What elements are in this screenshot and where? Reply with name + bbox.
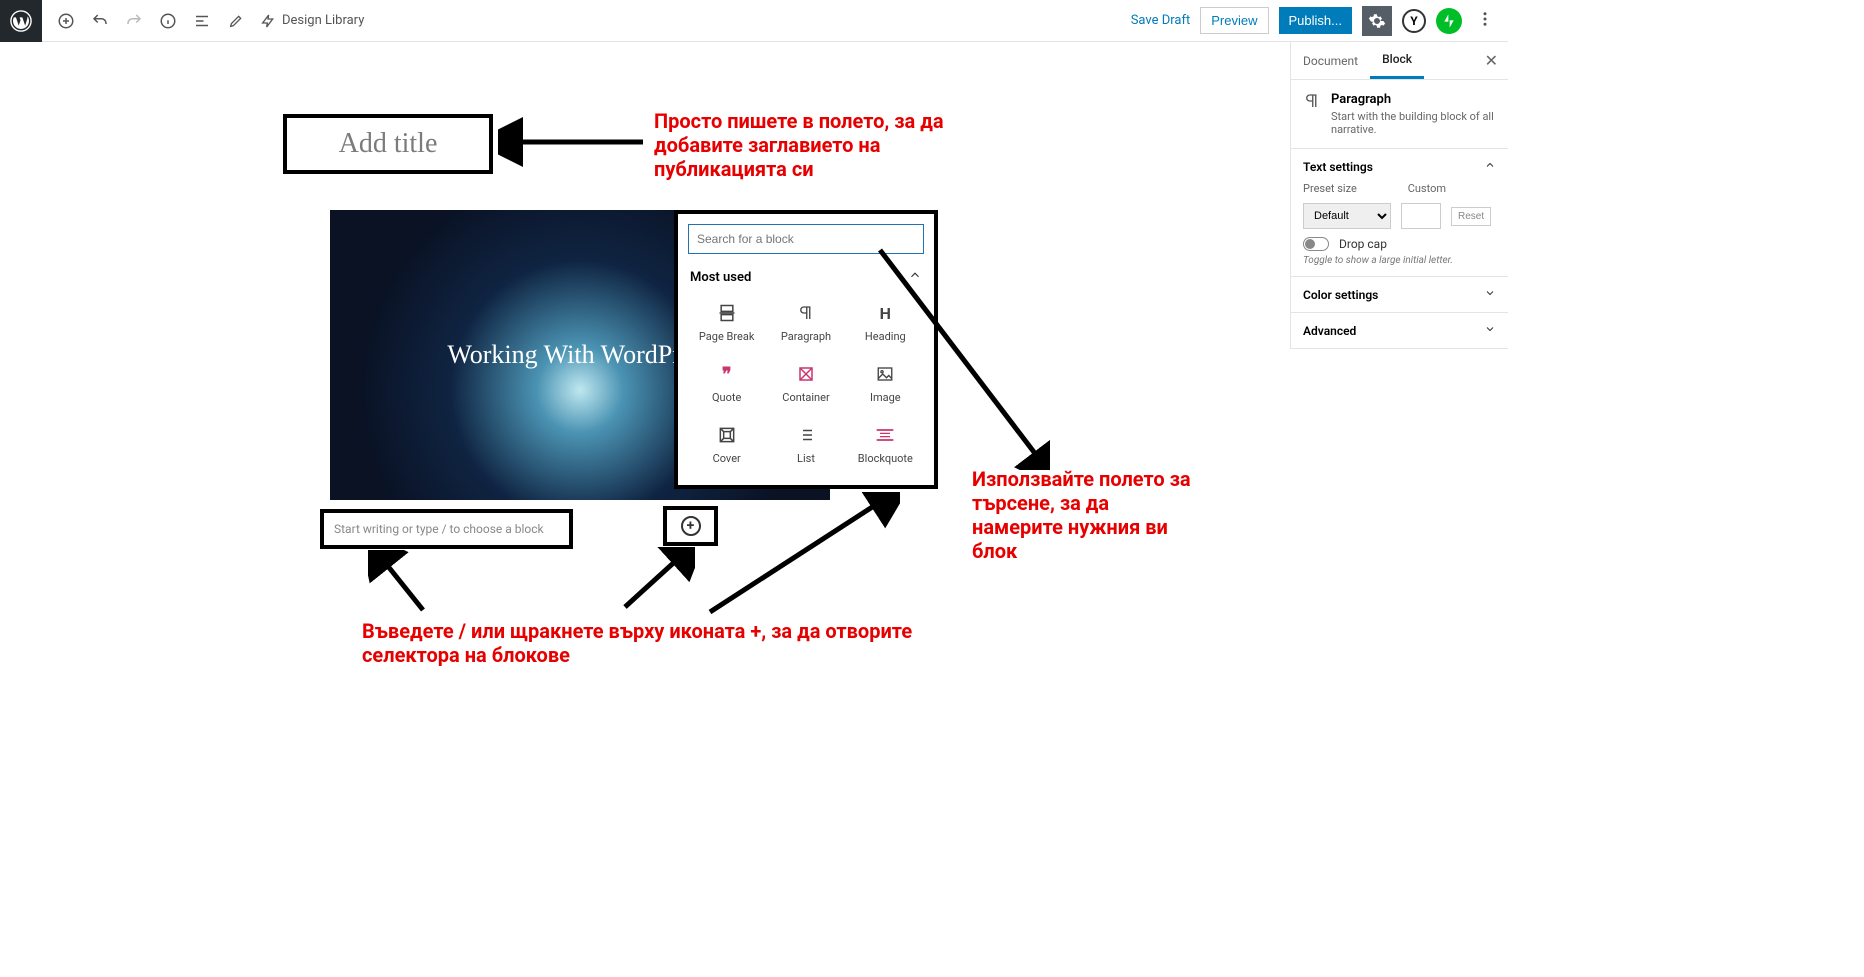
text-settings-heading[interactable]: Text settings — [1303, 160, 1373, 174]
save-draft-link[interactable]: Save Draft — [1131, 13, 1191, 28]
more-menu-icon[interactable] — [1472, 6, 1498, 36]
custom-size-label: Custom — [1408, 182, 1446, 195]
container-icon — [797, 363, 815, 385]
chevron-down-icon[interactable] — [1484, 323, 1496, 338]
block-list[interactable]: List — [767, 418, 844, 471]
block-cover[interactable]: Cover — [688, 418, 765, 471]
editor-topbar: Design Library Save Draft Preview Publis… — [0, 0, 1508, 42]
annotation-search: Използвайте полето за търсене, за да нам… — [972, 467, 1202, 563]
block-paragraph[interactable]: Paragraph — [767, 296, 844, 349]
arrow-to-title — [498, 117, 648, 167]
preset-size-select[interactable]: Default — [1303, 203, 1391, 229]
close-sidebar-icon[interactable]: ✕ — [1475, 51, 1508, 70]
most-used-heading: Most used — [690, 270, 751, 285]
settings-sidebar: Document Block ✕ Paragraph Start with th… — [1290, 42, 1508, 349]
cover-icon — [717, 424, 737, 446]
annotation-title: Просто пишете в полето, за да добавите з… — [654, 109, 1004, 181]
arrow-to-paragraph — [368, 550, 438, 620]
design-library-label: Design Library — [282, 13, 364, 28]
arrow-to-plus — [615, 547, 695, 617]
page-break-icon — [717, 302, 737, 324]
block-page-break[interactable]: Page Break — [688, 296, 765, 349]
cover-block-text: Working With WordPress — [447, 340, 712, 370]
tab-block[interactable]: Block — [1370, 42, 1424, 79]
dropcap-help: Toggle to show a large initial letter. — [1303, 255, 1496, 266]
paragraph-block-icon — [1303, 92, 1321, 136]
block-quote[interactable]: ❞Quote — [688, 357, 765, 410]
annotation-inserter: Въведете / или щракнете върху иконата +,… — [362, 619, 922, 667]
block-name: Paragraph — [1331, 92, 1496, 107]
editor-canvas: Add title Working With WordPress Most us… — [0, 42, 1290, 792]
arrow-to-search — [870, 240, 1050, 470]
preset-size-label: Preset size — [1303, 182, 1398, 195]
chevron-down-icon[interactable] — [1484, 287, 1496, 302]
block-description: Start with the building block of all nar… — [1331, 110, 1496, 136]
list-icon — [797, 424, 815, 446]
arrow-to-panel — [700, 492, 900, 622]
outline-icon[interactable] — [192, 11, 212, 31]
wordpress-logo[interactable] — [0, 0, 42, 42]
yoast-icon[interactable]: Y — [1402, 9, 1426, 33]
paragraph-icon — [797, 302, 815, 324]
preview-button[interactable]: Preview — [1200, 7, 1268, 34]
add-block-icon[interactable] — [56, 11, 76, 31]
quote-icon: ❞ — [722, 363, 732, 385]
block-container[interactable]: Container — [767, 357, 844, 410]
pencil-icon[interactable] — [226, 11, 246, 31]
paragraph-placeholder-highlight: Start writing or type / to choose a bloc… — [320, 509, 573, 549]
design-library-icon — [260, 13, 276, 29]
info-icon[interactable] — [158, 11, 178, 31]
redo-icon — [124, 11, 144, 31]
custom-size-input[interactable] — [1401, 203, 1441, 229]
post-title-placeholder[interactable]: Add title — [339, 128, 438, 160]
design-library-button[interactable]: Design Library — [260, 13, 364, 29]
dropcap-toggle[interactable] — [1303, 237, 1329, 251]
dropcap-label: Drop cap — [1339, 237, 1387, 251]
settings-gear-icon[interactable] — [1362, 6, 1392, 36]
advanced-heading[interactable]: Advanced — [1303, 324, 1356, 338]
color-settings-heading[interactable]: Color settings — [1303, 288, 1378, 302]
chevron-up-icon[interactable] — [1484, 159, 1496, 174]
inline-add-block-icon[interactable]: + — [681, 516, 701, 536]
publish-button[interactable]: Publish... — [1279, 7, 1352, 34]
paragraph-placeholder[interactable]: Start writing or type / to choose a bloc… — [334, 522, 544, 536]
jetpack-icon[interactable] — [1436, 8, 1462, 34]
reset-size-button[interactable]: Reset — [1451, 207, 1491, 226]
tab-document[interactable]: Document — [1291, 42, 1370, 79]
post-title-field-highlight: Add title — [283, 114, 493, 174]
undo-icon[interactable] — [90, 11, 110, 31]
